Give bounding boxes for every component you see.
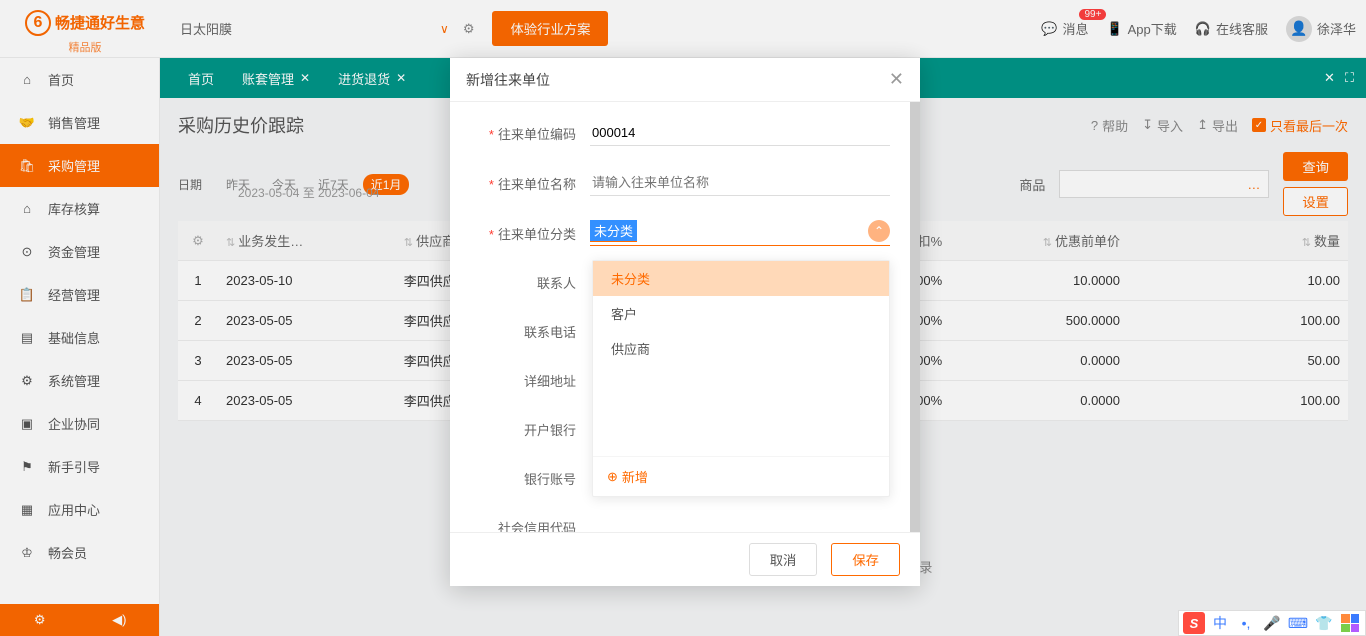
name-label: 往来单位名称 — [498, 177, 576, 192]
chevron-up-icon[interactable]: ⌃ — [868, 220, 890, 242]
dropdown-item-uncategorized[interactable]: 未分类 — [593, 261, 889, 296]
ime-keyboard-icon[interactable]: ⌨ — [1287, 612, 1309, 634]
modal-title: 新增往来单位 — [466, 70, 550, 90]
phone-label: 联系电话 — [524, 325, 576, 340]
code-input[interactable] — [590, 120, 890, 146]
plus-icon: ⊕ — [607, 469, 618, 485]
credit-input[interactable] — [590, 515, 890, 532]
ime-grid-icon[interactable] — [1339, 612, 1361, 634]
bank-label: 开户银行 — [524, 423, 576, 438]
category-dropdown: 未分类 客户 供应商 ⊕新增 — [592, 260, 890, 497]
name-input[interactable] — [590, 170, 890, 196]
ime-skin-icon[interactable]: 👕 — [1313, 612, 1335, 634]
category-label: 往来单位分类 — [498, 227, 576, 242]
save-button[interactable]: 保存 — [831, 543, 900, 576]
ime-sogou-icon[interactable]: S — [1183, 612, 1205, 634]
cancel-button[interactable]: 取消 — [749, 543, 818, 576]
ime-toolbar[interactable]: S 中 •, 🎤 ⌨ 👕 — [1178, 610, 1366, 636]
account-label: 银行账号 — [524, 472, 576, 487]
close-icon[interactable]: ✕ — [889, 69, 904, 90]
category-select[interactable]: 未分类 ⌃ — [590, 220, 890, 246]
dropdown-item-supplier[interactable]: 供应商 — [593, 331, 889, 366]
modal-scrollbar[interactable] — [910, 102, 920, 532]
dropdown-item-customer[interactable]: 客户 — [593, 296, 889, 331]
address-label: 详细地址 — [524, 374, 576, 389]
add-partner-modal: 新增往来单位 ✕ *往来单位编码 *往来单位名称 *往来单位分类 未分类 ⌃ 联… — [450, 58, 920, 586]
ime-punct-icon[interactable]: •, — [1235, 612, 1257, 634]
code-label: 往来单位编码 — [498, 127, 576, 142]
ime-lang-icon[interactable]: 中 — [1209, 612, 1231, 634]
category-value: 未分类 — [590, 220, 637, 242]
ime-mic-icon[interactable]: 🎤 — [1261, 612, 1283, 634]
contact-label: 联系人 — [537, 276, 576, 291]
dropdown-add[interactable]: ⊕新增 — [593, 456, 889, 496]
credit-label: 社会信用代码 — [498, 521, 576, 532]
